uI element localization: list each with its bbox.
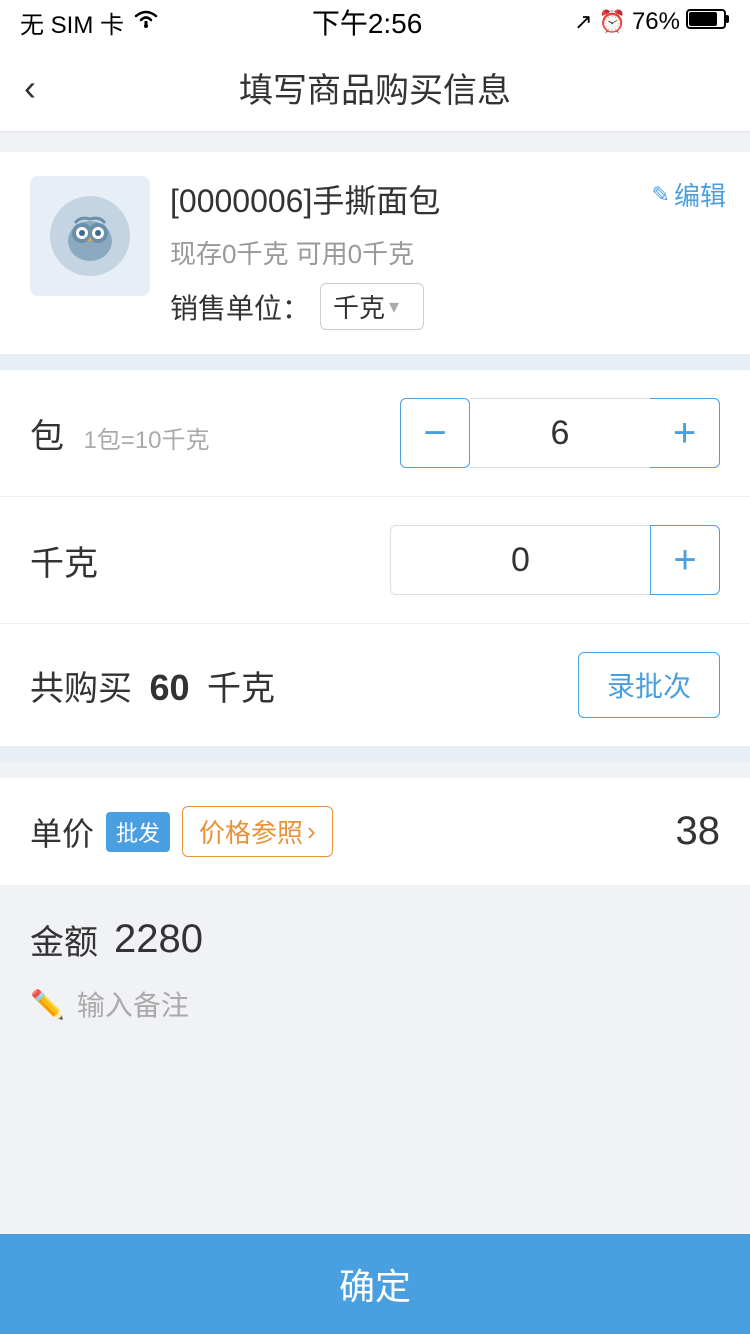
dropdown-arrow: ▾ — [389, 294, 399, 319]
total-amount: 60 — [149, 667, 189, 708]
wifi-icon — [132, 8, 160, 36]
battery-icon — [686, 8, 730, 37]
price-ref-label: 价格参照 — [199, 813, 303, 850]
price-value: 38 — [676, 809, 721, 854]
product-stock: 现存0千克 可用0千克 — [170, 234, 720, 271]
product-name: [0000006]手撕面包 — [170, 176, 720, 222]
confirm-button[interactable]: 确定 — [0, 1234, 750, 1334]
total-unit: 千克 — [207, 670, 275, 708]
status-right: ↗ ⏰ 76% — [574, 8, 730, 37]
total-row: 共购买 60 千克 录批次 — [0, 624, 750, 746]
bao-label-text: 包 — [30, 418, 64, 456]
edit-button[interactable]: ✎ 编辑 — [652, 176, 726, 213]
bao-input-section: 包 1包=10千克 − + 千克 + — [0, 370, 750, 624]
note-row[interactable]: ✏️ 输入备注 — [30, 984, 720, 1024]
price-label: 单价 — [30, 809, 94, 855]
note-placeholder: 输入备注 — [77, 984, 189, 1024]
nav-bar: ‹ 填写商品购买信息 — [0, 44, 750, 132]
status-left: 无 SIM 卡 — [20, 5, 160, 40]
product-card: [0000006]手撕面包 现存0千克 可用0千克 销售单位： 千克 ▾ ✎ 编… — [0, 152, 750, 354]
kg-row: 千克 + — [0, 497, 750, 624]
price-tag: 批发 — [106, 812, 170, 852]
bao-input[interactable] — [470, 398, 650, 468]
battery-label: 76% — [632, 8, 680, 36]
amount-section: 金额 2280 ✏️ 输入备注 — [0, 885, 750, 1044]
edit-icon: ✎ — [652, 182, 670, 208]
amount-label: 金额 — [30, 915, 98, 964]
bottom-spacer — [0, 1044, 750, 1164]
amount-row: 金额 2280 — [30, 915, 720, 964]
unit-value: 千克 — [333, 288, 385, 325]
bao-label: 包 1包=10千克 — [30, 409, 400, 458]
bao-stepper: − + — [400, 398, 720, 468]
product-image — [30, 176, 150, 296]
unit-label: 销售单位： — [170, 287, 310, 327]
bao-row: 包 1包=10千克 − + — [0, 370, 750, 497]
pencil-icon: ✏️ — [30, 988, 65, 1021]
page-title: 填写商品购买信息 — [239, 63, 511, 112]
product-thumbnail — [50, 196, 130, 276]
bao-increment-button[interactable]: + — [650, 398, 720, 468]
status-bar: 无 SIM 卡 下午2:56 ↗ ⏰ 76% — [0, 0, 750, 44]
price-ref-arrow: › — [307, 816, 316, 847]
total-prefix: 共购买 — [30, 670, 132, 708]
section-separator — [0, 354, 750, 370]
kg-increment-button[interactable]: + — [650, 525, 720, 595]
kg-stepper: + — [390, 525, 720, 595]
back-button[interactable]: ‹ — [24, 67, 36, 109]
owl-icon — [55, 201, 125, 271]
price-label-group: 单价 批发 价格参照 › — [30, 806, 333, 857]
price-separator — [0, 746, 750, 762]
alarm-icon: ⏰ — [599, 9, 626, 35]
product-info: [0000006]手撕面包 现存0千克 可用0千克 销售单位： 千克 ▾ — [170, 176, 720, 330]
price-section: 单价 批发 价格参照 › 38 — [0, 778, 750, 885]
edit-label: 编辑 — [674, 176, 726, 213]
carrier-label: 无 SIM 卡 — [20, 5, 124, 40]
product-unit-row: 销售单位： 千克 ▾ — [170, 283, 720, 330]
price-ref-button[interactable]: 价格参照 › — [182, 806, 333, 857]
status-time: 下午2:56 — [312, 2, 423, 42]
bao-hint: 1包=10千克 — [83, 427, 209, 454]
total-text: 共购买 60 千克 — [30, 661, 275, 710]
location-icon: ↗ — [574, 9, 592, 35]
kg-input[interactable] — [390, 525, 650, 595]
kg-label: 千克 — [30, 536, 390, 585]
unit-dropdown[interactable]: 千克 ▾ — [320, 283, 424, 330]
bao-decrement-button[interactable]: − — [400, 398, 470, 468]
amount-value: 2280 — [114, 917, 203, 962]
batch-button[interactable]: 录批次 — [578, 652, 720, 718]
